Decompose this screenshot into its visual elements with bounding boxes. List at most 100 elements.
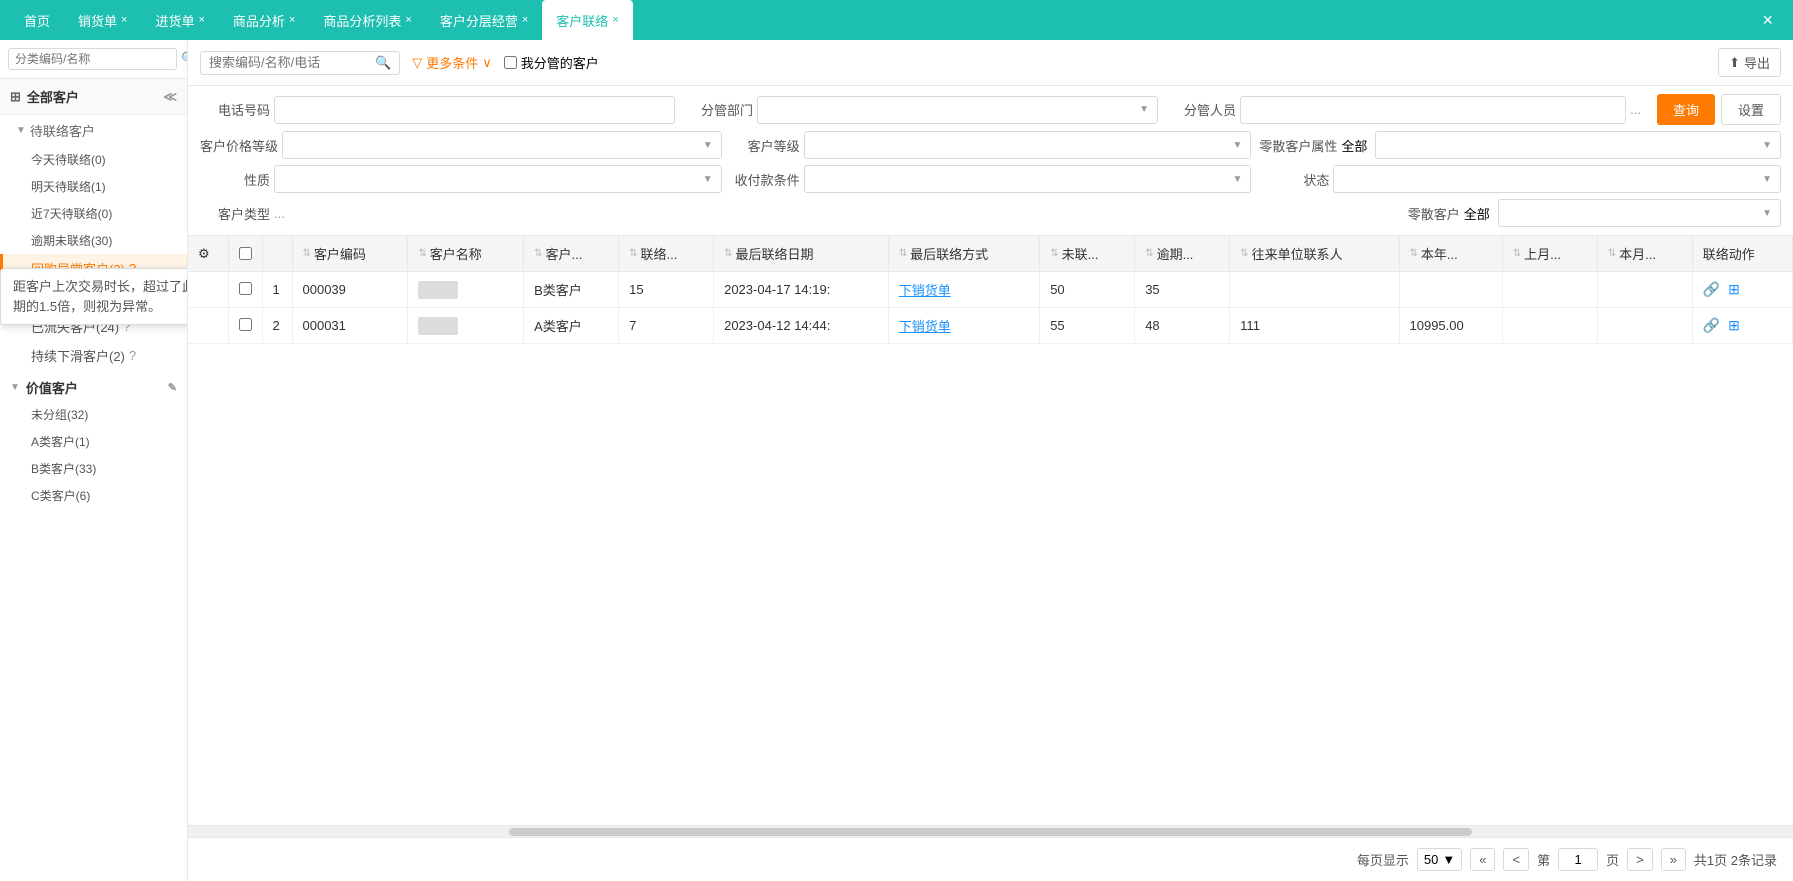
sort-icon-overdue[interactable]: ⇅ <box>1145 248 1153 259</box>
col-last-month[interactable]: ⇅ 上月... <box>1502 236 1597 272</box>
sidebar-item-a-class[interactable]: A类客户(1) <box>0 428 187 455</box>
col-uncontacted[interactable]: ⇅ 未联... <box>1040 236 1135 272</box>
col-last-contact-method[interactable]: ⇅ 最后联络方式 <box>888 236 1039 272</box>
nav-product-list[interactable]: 商品分析列表 × <box>309 0 425 40</box>
sort-icon-uncontacted[interactable]: ⇅ <box>1050 248 1058 259</box>
sidebar-item-today[interactable]: 今天待联络(0) <box>0 146 187 173</box>
settings-button[interactable]: 设置 <box>1721 94 1781 125</box>
sidebar-item-overdue[interactable]: 逾期未联络(30) <box>0 227 187 254</box>
select-all-checkbox[interactable] <box>239 247 252 260</box>
close-all-button[interactable]: × <box>1752 10 1783 31</box>
sort-icon-lmonth[interactable]: ⇅ <box>1513 248 1521 259</box>
sort-icon-month[interactable]: ⇅ <box>1608 248 1616 259</box>
filter-dots-2[interactable]: ... <box>274 206 285 221</box>
sidebar-search-icon[interactable]: 🔍 <box>181 51 188 67</box>
sidebar-item-c-class[interactable]: C类客户(6) <box>0 482 187 509</box>
nav-product-list-close[interactable]: × <box>405 14 411 26</box>
gender-label: 性质 <box>200 170 270 189</box>
sidebar-item-ungroup[interactable]: 未分组(32) <box>0 401 187 428</box>
next-page-btn[interactable]: > <box>1627 848 1653 871</box>
sort-icon-code[interactable]: ⇅ <box>303 248 311 259</box>
grid-icon-0[interactable]: ⊞ <box>1728 281 1740 298</box>
link-icon-0[interactable]: 🔗 <box>1703 281 1720 298</box>
edit-icon[interactable]: ✎ <box>168 381 177 394</box>
sidebar-value-customer-section[interactable]: ▼ 价值客户 ✎ <box>0 370 187 401</box>
col-customer-type[interactable]: ⇅ 客户... <box>524 236 619 272</box>
my-customer-checkbox-wrap[interactable]: 我分管的客户 <box>504 53 599 72</box>
customer-name-block-1 <box>418 317 458 335</box>
page-input[interactable] <box>1558 848 1598 871</box>
row-select-0[interactable] <box>239 282 252 295</box>
sidebar-group-pending[interactable]: ▼ 待联络客户 <box>0 115 187 146</box>
dept-select[interactable]: ▼ <box>757 96 1158 124</box>
query-button[interactable]: 查询 <box>1657 94 1715 125</box>
nav-purchase-close[interactable]: × <box>198 14 204 26</box>
my-customer-checkbox[interactable] <box>504 56 517 69</box>
filter-dots[interactable]: ... <box>1630 102 1641 117</box>
horizontal-scrollbar[interactable] <box>188 825 1793 837</box>
sort-icon-method[interactable]: ⇅ <box>899 248 907 259</box>
sort-icon-name[interactable]: ⇅ <box>418 248 426 259</box>
retail-attr-select[interactable]: ▼ <box>1375 131 1781 159</box>
sidebar-item-b-class[interactable]: B类客户(33) <box>0 455 187 482</box>
col-contact-count[interactable]: ⇅ 联络... <box>619 236 714 272</box>
scrollbar-thumb[interactable] <box>509 828 1472 836</box>
col-last-contact-date[interactable]: ⇅ 最后联络日期 <box>714 236 889 272</box>
retail-customer-select[interactable]: ▼ <box>1498 199 1781 227</box>
page-size-select[interactable]: 50 ▼ <box>1417 848 1462 871</box>
nav-sales-close[interactable]: × <box>121 14 127 26</box>
nav-customer-tier[interactable]: 客户分层经营 × <box>426 0 542 40</box>
col-name[interactable]: ⇅ 客户名称 <box>408 236 524 272</box>
phone-input[interactable] <box>274 96 675 124</box>
nav-home[interactable]: 首页 <box>10 0 64 40</box>
sidebar-search-input[interactable] <box>8 48 177 70</box>
col-this-year[interactable]: ⇅ 本年... <box>1399 236 1502 272</box>
sort-icon-date[interactable]: ⇅ <box>724 248 732 259</box>
export-icon: ⬆ <box>1729 55 1740 71</box>
status-select[interactable]: ▼ <box>1333 165 1781 193</box>
sidebar-collapse-btn[interactable]: ≪ <box>163 89 177 105</box>
nav-customer-tier-close[interactable]: × <box>522 14 528 26</box>
sidebar-item-tomorrow[interactable]: 明天待联络(1) <box>0 173 187 200</box>
link-icon-1[interactable]: 🔗 <box>1703 317 1720 334</box>
last-method-link-0[interactable]: 下销货单 <box>899 283 951 298</box>
nav-product-analysis-close[interactable]: × <box>289 14 295 26</box>
sort-icon-contacts[interactable]: ⇅ <box>1240 248 1248 259</box>
sort-icon-type[interactable]: ⇅ <box>534 248 542 259</box>
prev-page-btn[interactable]: < <box>1503 848 1529 871</box>
help-icon-3[interactable]: ? <box>129 348 136 363</box>
payment-select[interactable]: ▼ <box>804 165 1252 193</box>
row-overdue-0: 35 <box>1135 272 1230 308</box>
nav-customer-contact[interactable]: 客户联络 × <box>542 0 632 40</box>
sidebar-item-declining[interactable]: 持续下滑客户(2) ? <box>0 341 187 370</box>
more-filter-btn[interactable]: ▽ 更多条件 ∨ <box>412 53 492 72</box>
first-page-btn[interactable]: « <box>1470 848 1495 871</box>
nav-customer-contact-close[interactable]: × <box>612 14 618 26</box>
customer-level-select[interactable]: ▼ <box>804 131 1252 159</box>
nav-product-analysis[interactable]: 商品分析 × <box>219 0 309 40</box>
col-checkbox <box>228 236 262 272</box>
price-level-select[interactable]: ▼ <box>282 131 722 159</box>
last-method-link-1[interactable]: 下销货单 <box>899 319 951 334</box>
nav-purchase[interactable]: 进货单 × <box>141 0 218 40</box>
col-this-month[interactable]: ⇅ 本月... <box>1597 236 1692 272</box>
col-contacts[interactable]: ⇅ 往来单位联系人 <box>1230 236 1399 272</box>
export-btn[interactable]: ⬆ 导出 <box>1718 48 1781 77</box>
sidebar-all-customers[interactable]: ⊞ 全部客户 ≪ <box>0 79 187 115</box>
col-code[interactable]: ⇅ 客户编码 <box>292 236 408 272</box>
grid-icon-1[interactable]: ⊞ <box>1728 317 1740 334</box>
col-overdue[interactable]: ⇅ 逾期... <box>1135 236 1230 272</box>
sort-icon-year[interactable]: ⇅ <box>1410 248 1418 259</box>
manager-select[interactable] <box>1240 96 1626 124</box>
sort-icon-contact[interactable]: ⇅ <box>629 248 637 259</box>
sidebar-item-7days[interactable]: 近7天待联络(0) <box>0 200 187 227</box>
row-select-1[interactable] <box>239 318 252 331</box>
search-input-wrap[interactable]: 🔍 <box>200 51 400 75</box>
gender-select[interactable]: ▼ <box>274 165 722 193</box>
nav-sales[interactable]: 销货单 × <box>64 0 141 40</box>
settings-gear-icon[interactable]: ⚙ <box>198 246 210 262</box>
tooltip-box: 距客户上次交易时长，超过了此客户的平均交易周期的1.5倍，则视为异常。 <box>0 268 188 325</box>
arrow-down-icon-2: ▼ <box>10 382 20 393</box>
last-page-btn[interactable]: » <box>1661 848 1686 871</box>
customer-search-input[interactable] <box>209 55 369 70</box>
